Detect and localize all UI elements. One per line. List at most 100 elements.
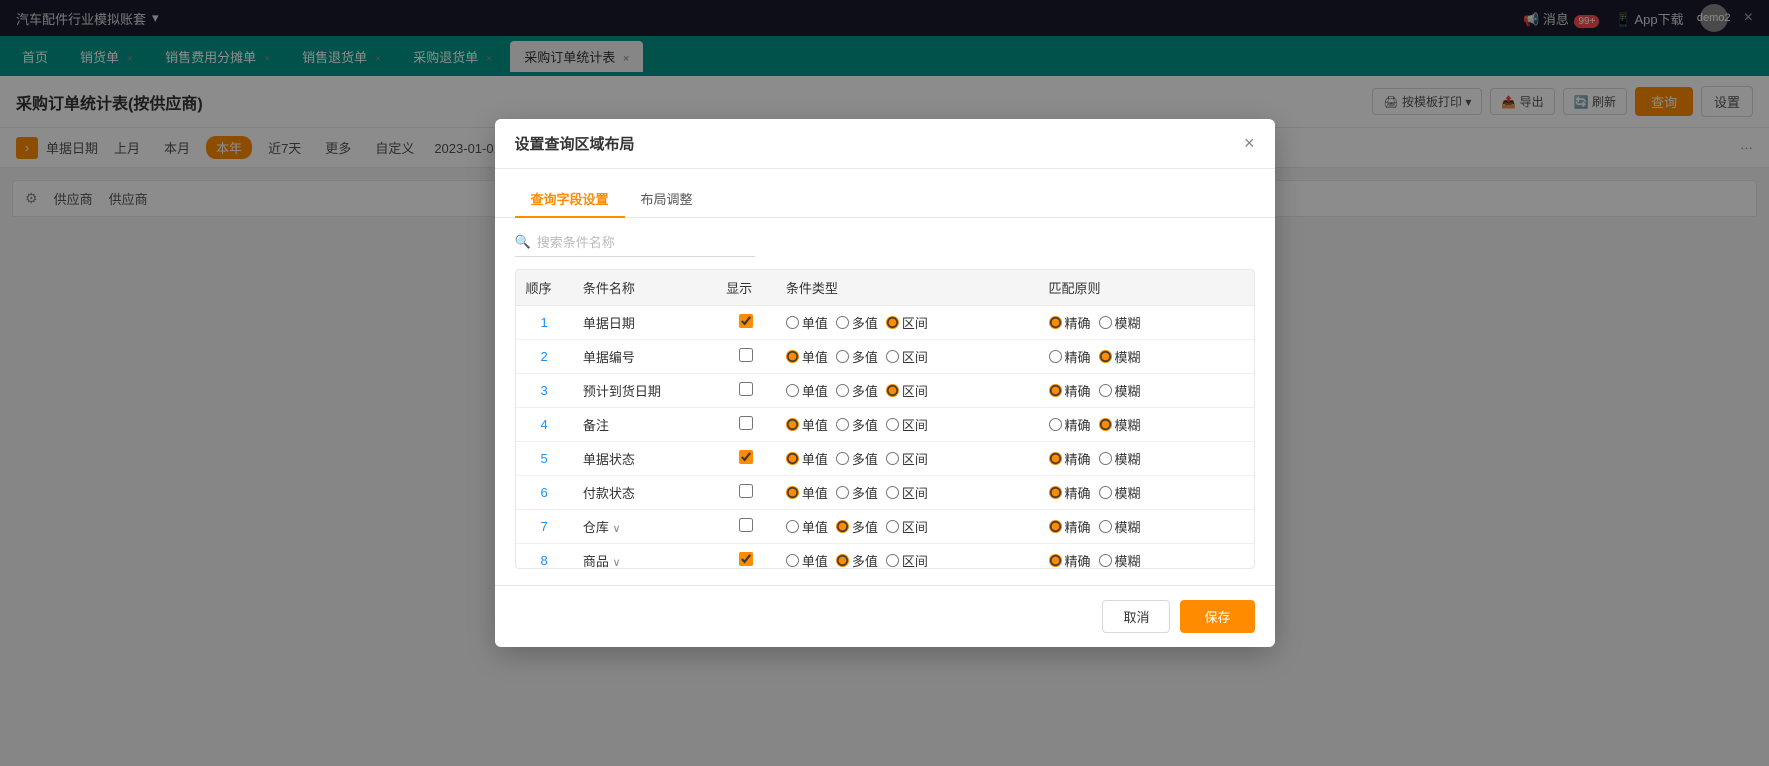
- match-radio-label[interactable]: 模糊: [1099, 449, 1141, 468]
- type-radio[interactable]: [836, 452, 849, 465]
- match-radio-label[interactable]: 精确: [1049, 347, 1091, 366]
- type-radio[interactable]: [786, 418, 799, 431]
- match-radio[interactable]: [1099, 486, 1112, 499]
- tab-layout-adjust[interactable]: 布局调整: [625, 181, 709, 218]
- match-radio[interactable]: [1099, 418, 1112, 431]
- match-radio[interactable]: [1049, 520, 1062, 533]
- match-radio-label[interactable]: 模糊: [1099, 381, 1141, 400]
- type-radio-label[interactable]: 区间: [886, 381, 928, 400]
- show-checkbox[interactable]: [739, 552, 753, 566]
- type-radio[interactable]: [886, 316, 899, 329]
- type-radio[interactable]: [836, 418, 849, 431]
- match-radio-label[interactable]: 模糊: [1099, 517, 1141, 536]
- type-radio-label[interactable]: 多值: [836, 415, 878, 434]
- type-radio-label[interactable]: 区间: [886, 449, 928, 468]
- match-radio[interactable]: [1099, 384, 1112, 397]
- match-radio[interactable]: [1099, 452, 1112, 465]
- dialog-close-button[interactable]: ×: [1244, 133, 1255, 154]
- type-radio[interactable]: [786, 316, 799, 329]
- type-radio[interactable]: [836, 316, 849, 329]
- match-radio[interactable]: [1099, 554, 1112, 567]
- match-radio-label[interactable]: 精确: [1049, 517, 1091, 536]
- show-checkbox[interactable]: [739, 450, 753, 464]
- type-radio-label[interactable]: 单值: [786, 415, 828, 434]
- type-radio[interactable]: [886, 452, 899, 465]
- type-radio[interactable]: [836, 486, 849, 499]
- match-radio[interactable]: [1049, 384, 1062, 397]
- match-radio[interactable]: [1099, 350, 1112, 363]
- cell-show[interactable]: [716, 476, 776, 510]
- cell-show[interactable]: [716, 374, 776, 408]
- match-radio-label[interactable]: 模糊: [1099, 483, 1141, 502]
- type-radio[interactable]: [836, 350, 849, 363]
- type-radio[interactable]: [836, 554, 849, 567]
- match-radio[interactable]: [1049, 486, 1062, 499]
- match-radio-label[interactable]: 模糊: [1099, 551, 1141, 569]
- type-radio[interactable]: [886, 486, 899, 499]
- type-radio[interactable]: [786, 384, 799, 397]
- show-checkbox[interactable]: [739, 348, 753, 362]
- match-radio-label[interactable]: 精确: [1049, 551, 1091, 569]
- cell-show[interactable]: [716, 544, 776, 570]
- type-radio[interactable]: [886, 384, 899, 397]
- type-radio[interactable]: [786, 520, 799, 533]
- cell-show[interactable]: [716, 340, 776, 374]
- type-radio[interactable]: [836, 520, 849, 533]
- show-checkbox[interactable]: [739, 382, 753, 396]
- match-radio-label[interactable]: 模糊: [1099, 415, 1141, 434]
- type-radio-label[interactable]: 多值: [836, 347, 878, 366]
- type-radio-label[interactable]: 区间: [886, 517, 928, 536]
- show-checkbox[interactable]: [739, 314, 753, 328]
- show-checkbox[interactable]: [739, 416, 753, 430]
- type-radio-label[interactable]: 单值: [786, 381, 828, 400]
- match-radio[interactable]: [1099, 316, 1112, 329]
- match-radio[interactable]: [1049, 452, 1062, 465]
- match-radio-label[interactable]: 精确: [1049, 415, 1091, 434]
- show-checkbox[interactable]: [739, 518, 753, 532]
- type-radio[interactable]: [886, 350, 899, 363]
- type-radio-label[interactable]: 单值: [786, 449, 828, 468]
- type-radio-label[interactable]: 多值: [836, 449, 878, 468]
- type-radio-label[interactable]: 单值: [786, 517, 828, 536]
- type-radio-label[interactable]: 多值: [836, 517, 878, 536]
- type-radio-label[interactable]: 多值: [836, 381, 878, 400]
- type-radio[interactable]: [786, 554, 799, 567]
- cancel-button[interactable]: 取消: [1102, 600, 1170, 633]
- match-radio[interactable]: [1049, 418, 1062, 431]
- match-radio-label[interactable]: 精确: [1049, 449, 1091, 468]
- type-radio[interactable]: [786, 452, 799, 465]
- type-radio-label[interactable]: 区间: [886, 313, 928, 332]
- match-radio-label[interactable]: 模糊: [1099, 313, 1141, 332]
- show-checkbox[interactable]: [739, 484, 753, 498]
- cell-show[interactable]: [716, 442, 776, 476]
- match-radio[interactable]: [1049, 350, 1062, 363]
- cell-show[interactable]: [716, 408, 776, 442]
- cell-show[interactable]: [716, 510, 776, 544]
- type-radio-label[interactable]: 单值: [786, 347, 828, 366]
- match-radio[interactable]: [1099, 520, 1112, 533]
- match-radio[interactable]: [1049, 554, 1062, 567]
- type-radio-label[interactable]: 多值: [836, 483, 878, 502]
- search-input[interactable]: [537, 235, 737, 250]
- tab-query-fields[interactable]: 查询字段设置: [515, 181, 625, 218]
- type-radio[interactable]: [836, 384, 849, 397]
- type-radio-label[interactable]: 区间: [886, 347, 928, 366]
- type-radio[interactable]: [886, 554, 899, 567]
- type-radio-label[interactable]: 区间: [886, 483, 928, 502]
- match-radio-label[interactable]: 精确: [1049, 313, 1091, 332]
- type-radio-label[interactable]: 区间: [886, 415, 928, 434]
- type-radio[interactable]: [786, 350, 799, 363]
- type-radio[interactable]: [786, 486, 799, 499]
- cell-show[interactable]: [716, 306, 776, 340]
- type-radio-label[interactable]: 区间: [886, 551, 928, 569]
- match-radio[interactable]: [1049, 316, 1062, 329]
- save-button[interactable]: 保存: [1180, 600, 1254, 633]
- type-radio[interactable]: [886, 520, 899, 533]
- match-radio-label[interactable]: 精确: [1049, 483, 1091, 502]
- match-radio-label[interactable]: 精确: [1049, 381, 1091, 400]
- match-radio-label[interactable]: 模糊: [1099, 347, 1141, 366]
- type-radio-label[interactable]: 单值: [786, 551, 828, 569]
- type-radio-label[interactable]: 多值: [836, 551, 878, 569]
- type-radio-label[interactable]: 单值: [786, 313, 828, 332]
- type-radio-label[interactable]: 单值: [786, 483, 828, 502]
